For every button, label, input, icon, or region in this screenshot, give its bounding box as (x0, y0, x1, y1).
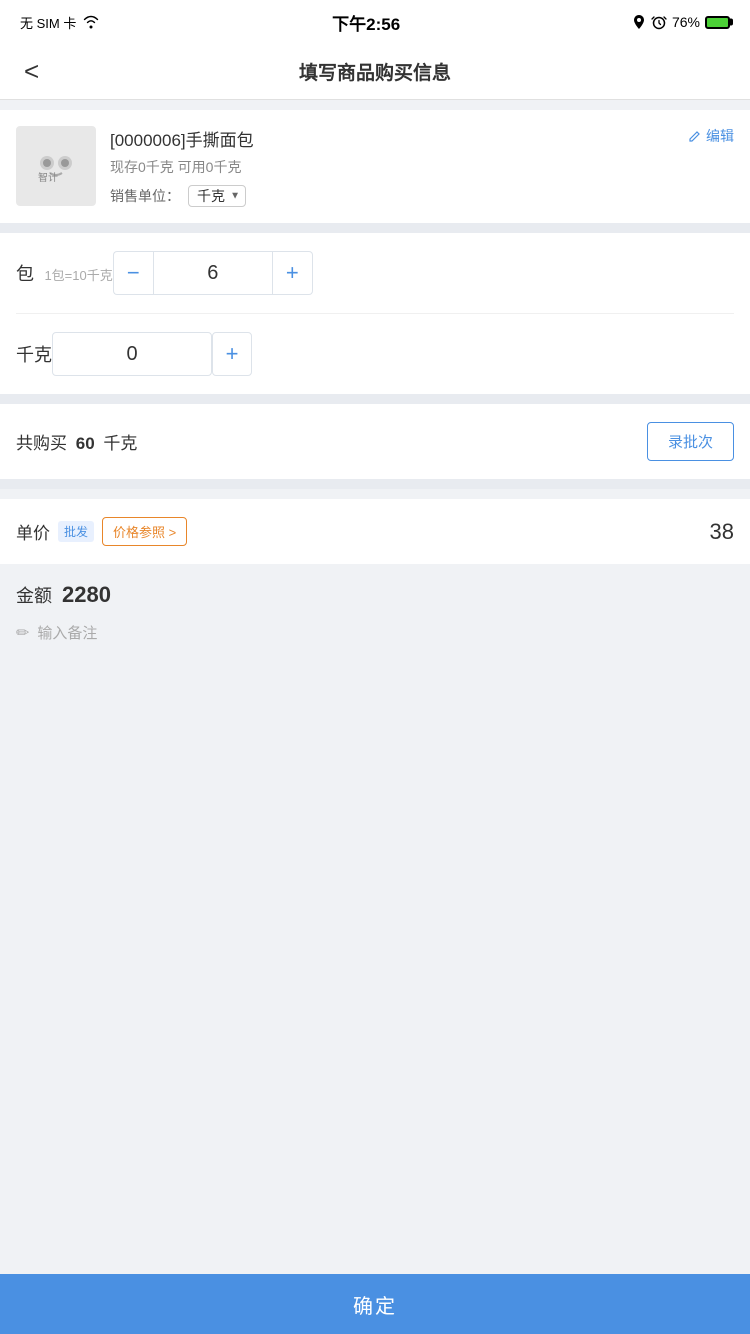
svg-text:智计: 智计 (38, 171, 58, 183)
alarm-icon (651, 14, 667, 30)
total-text-group: 共购买 60 千克 (16, 429, 137, 454)
edit-icon (688, 129, 702, 143)
location-icon (632, 14, 646, 30)
status-right: 76% (632, 14, 730, 30)
kg-quantity-row: 千克 + (16, 314, 734, 394)
price-section: 单价 批发 价格参照 > 38 (0, 499, 750, 564)
bao-plus-button[interactable]: + (273, 251, 313, 295)
battery-percent: 76% (672, 14, 700, 30)
kg-label: 千克 (16, 345, 52, 365)
product-logo: 智计 (32, 143, 80, 190)
back-button[interactable]: < (16, 48, 47, 95)
amount-section: 金额 2280 ✏ 输入备注 (0, 564, 750, 1274)
status-time: 下午2:56 (332, 10, 400, 35)
kg-label-group: 千克 (16, 341, 52, 367)
price-type-badge: 批发 (58, 521, 94, 542)
amount-label: 金额 (16, 582, 52, 608)
price-value: 38 (710, 519, 734, 545)
product-unit-row: 销售单位： 千克 包 (110, 185, 734, 207)
separator-1 (0, 223, 750, 233)
note-row[interactable]: ✏ 输入备注 (16, 622, 734, 643)
page-title: 填写商品购买信息 (299, 58, 451, 85)
total-section: 共购买 60 千克 录批次 (0, 404, 750, 479)
quantity-section: 包 1包=10千克 − + 千克 + (0, 233, 750, 394)
price-left: 单价 批发 价格参照 > (16, 517, 187, 546)
bao-label: 包 (16, 264, 34, 284)
unit-select-wrapper[interactable]: 千克 包 (188, 185, 246, 207)
total-label: 共购买 60 千克 (16, 434, 137, 453)
unit-select[interactable]: 千克 包 (188, 185, 246, 207)
pencil-icon: ✏ (16, 623, 29, 643)
edit-button[interactable]: 编辑 (688, 126, 734, 146)
note-placeholder[interactable]: 输入备注 (37, 622, 97, 643)
nav-bar: < 填写商品购买信息 (0, 44, 750, 100)
price-label: 单价 (16, 519, 50, 544)
battery-icon (705, 16, 730, 29)
price-ref-button[interactable]: 价格参照 > (102, 517, 187, 546)
separator-2 (0, 394, 750, 404)
kg-plus-button[interactable]: + (212, 332, 252, 376)
product-info: [0000006]手撕面包 现存0千克 可用0千克 销售单位： 千克 包 (110, 126, 734, 207)
separator-3 (0, 479, 750, 489)
status-bar: 无 SIM 卡 下午2:56 76% (0, 0, 750, 44)
amount-row: 金额 2280 (16, 582, 734, 608)
bao-minus-button[interactable]: − (113, 251, 153, 295)
bao-input[interactable] (153, 251, 273, 295)
kg-input[interactable] (52, 332, 212, 376)
unit-label: 销售单位： (110, 186, 180, 206)
kg-controls: + (52, 332, 252, 376)
wifi-icon (82, 15, 100, 29)
bao-quantity-row: 包 1包=10千克 − + (16, 233, 734, 314)
bao-controls: − + (113, 251, 313, 295)
carrier-text: 无 SIM 卡 (20, 13, 76, 32)
status-carrier: 无 SIM 卡 (20, 13, 100, 32)
product-card: 智计 [0000006]手撕面包 现存0千克 可用0千克 销售单位： 千克 包 … (0, 110, 750, 223)
product-name: [0000006]手撕面包 (110, 126, 734, 151)
bao-label-group: 包 1包=10千克 (16, 260, 113, 286)
amount-value: 2280 (62, 582, 111, 608)
product-image: 智计 (16, 126, 96, 206)
confirm-button[interactable]: 确定 (0, 1274, 750, 1334)
product-stock: 现存0千克 可用0千克 (110, 157, 734, 177)
batch-button[interactable]: 录批次 (647, 422, 734, 461)
total-amount: 60 (76, 434, 95, 453)
bao-hint: 1包=10千克 (44, 268, 112, 283)
